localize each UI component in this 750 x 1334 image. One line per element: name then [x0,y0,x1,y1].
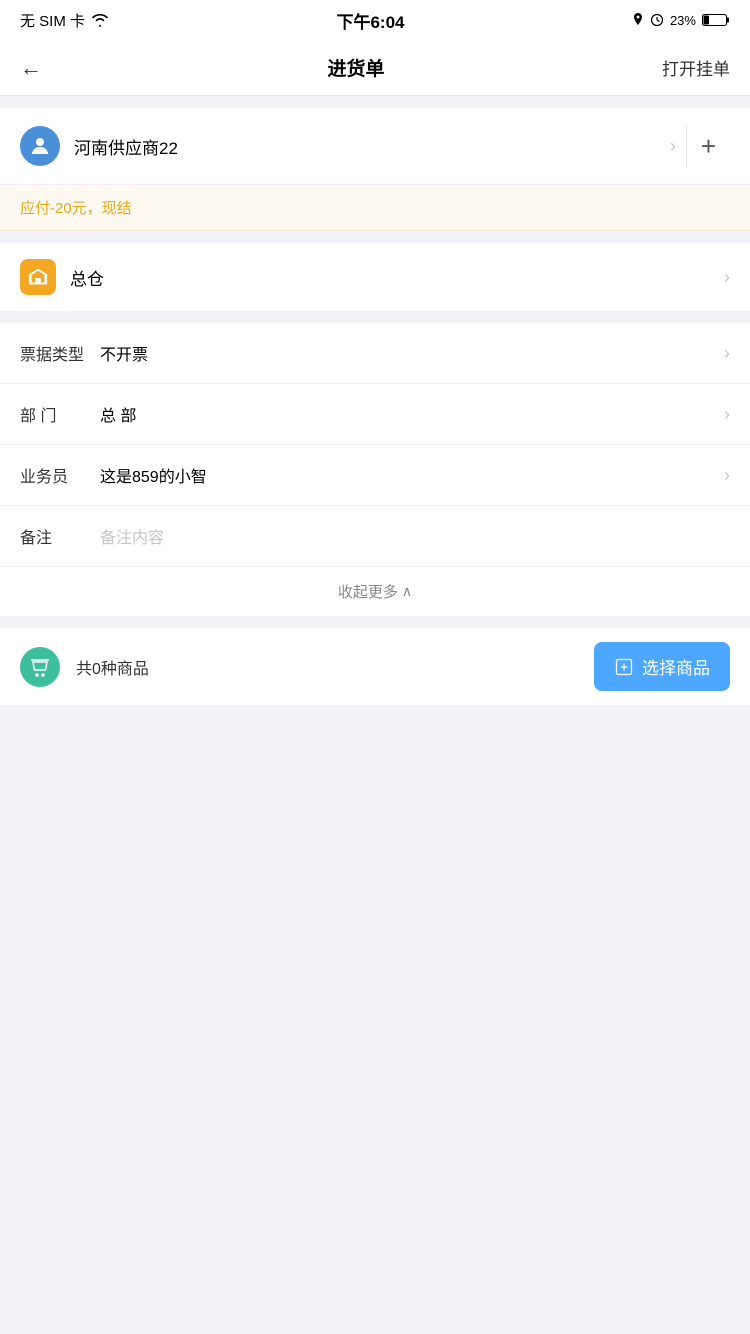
form-section: 票据类型 不开票 › 部 门 总 部 › 业务员 这是859的小智 › 备注 备… [0,323,750,616]
department-label: 部 门 [20,402,100,426]
nav-bar: ← 进货单 打开挂单 [0,40,750,96]
product-icon-wrap [20,647,60,687]
select-product-icon [614,657,634,677]
salesperson-chevron-icon: › [724,465,730,486]
warehouse-icon [20,259,56,295]
bottom-bar: 共0种商品 选择商品 [0,628,750,705]
no-sim-text: 无 SIM 卡 [20,10,85,31]
ticket-type-label: 票据类型 [20,341,100,365]
collapse-text: 收起更多 [338,581,398,602]
remark-row[interactable]: 备注 备注内容 [0,505,750,566]
select-product-button[interactable]: 选择商品 [594,642,730,691]
status-bar: 无 SIM 卡 下午6:04 23% [0,0,750,40]
supplier-avatar [20,126,60,166]
collapse-arrow-icon: ∧ [402,583,412,600]
supplier-name: 河南供应商22 [74,134,670,159]
salesperson-row[interactable]: 业务员 这是859的小智 › [0,444,750,505]
collapse-button[interactable]: 收起更多 ∧ [0,566,750,616]
warehouse-name: 总仓 [70,265,724,290]
ticket-type-value: 不开票 [100,341,724,365]
status-left: 无 SIM 卡 [20,10,109,31]
department-chevron-icon: › [724,404,730,425]
remark-input[interactable]: 备注内容 [100,524,730,548]
supplier-section: 河南供应商22 › + 应付-20元，现结 [0,108,750,231]
location-icon [632,13,644,27]
department-value: 总 部 [100,402,724,426]
remark-label: 备注 [20,524,100,548]
salesperson-label: 业务员 [20,463,100,487]
select-product-label: 选择商品 [642,654,710,679]
section-gap-3 [0,311,750,323]
salesperson-value: 这是859的小智 [100,463,724,487]
page-fill [0,705,750,1005]
warehouse-row[interactable]: 总仓 › [0,243,750,311]
warehouse-section: 总仓 › [0,243,750,311]
section-gap-1 [0,96,750,108]
status-right: 23% [632,13,730,28]
ticket-type-chevron-icon: › [724,343,730,364]
battery-icon [702,13,730,27]
department-row[interactable]: 部 门 总 部 › [0,383,750,444]
warehouse-chevron-icon: › [724,267,730,288]
open-pending-button[interactable]: 打开挂单 [662,55,730,80]
battery-text: 23% [670,13,696,28]
ticket-type-row[interactable]: 票据类型 不开票 › [0,323,750,383]
supplier-chevron-icon: › [670,136,676,157]
product-count: 共0种商品 [76,655,578,679]
supplier-row[interactable]: 河南供应商22 › + [0,108,750,185]
status-time: 下午6:04 [336,8,404,33]
page-title: 进货单 [327,54,384,81]
wifi-icon [91,13,109,27]
section-gap-2 [0,231,750,243]
alarm-icon [650,13,664,27]
info-banner: 应付-20元，现结 [0,185,750,231]
add-supplier-button[interactable]: + [686,124,730,168]
back-button[interactable]: ← [20,47,50,89]
